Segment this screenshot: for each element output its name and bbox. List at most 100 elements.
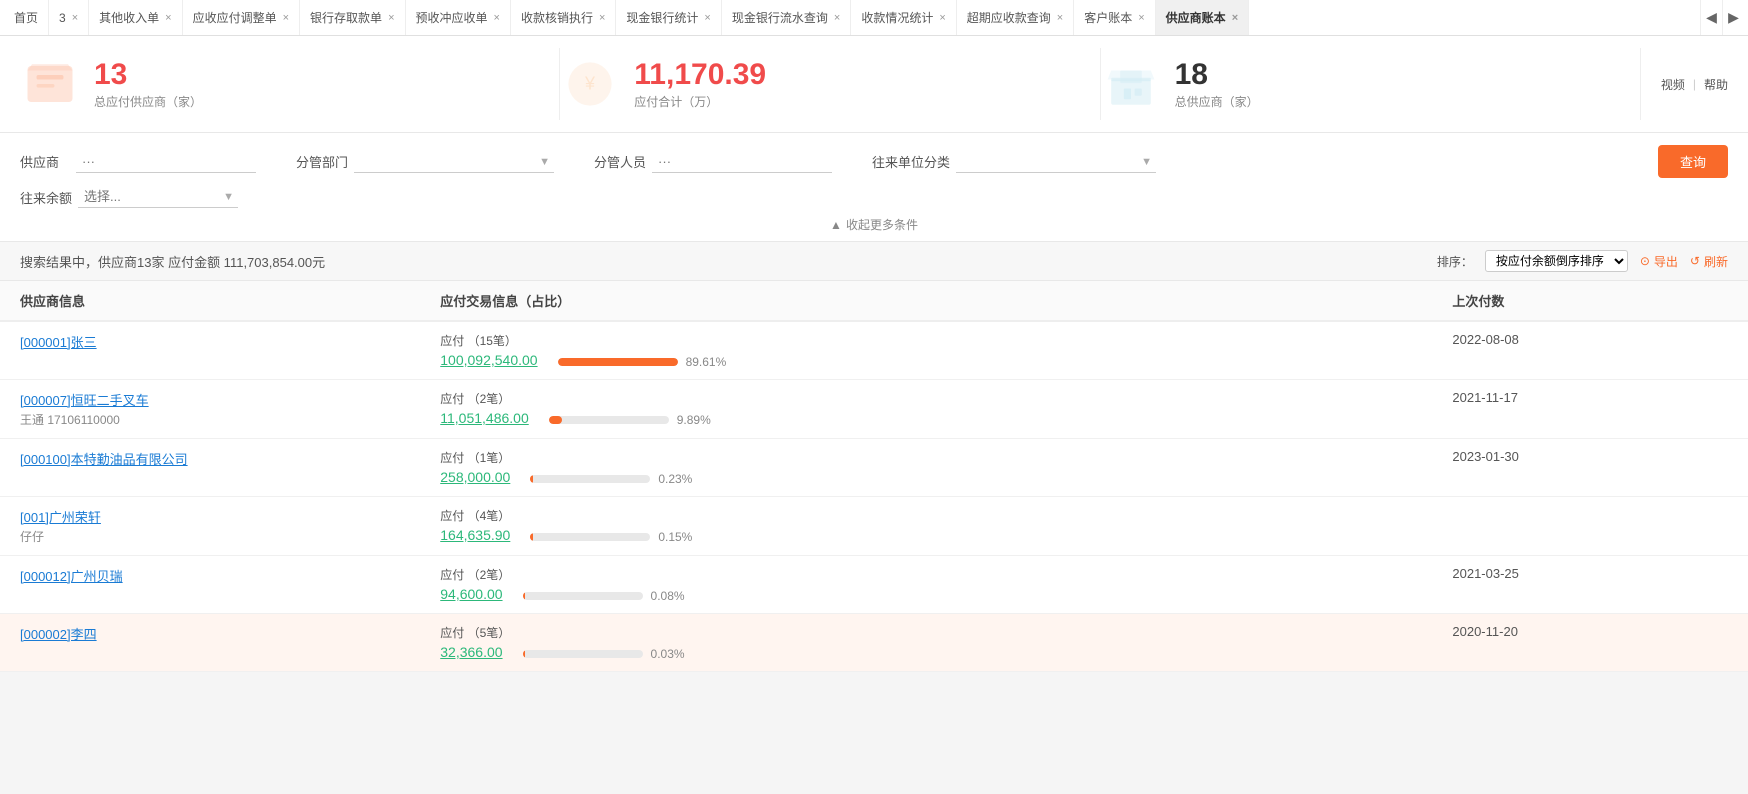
nav-tab-bank-dep[interactable]: 银行存取款单× [300, 0, 405, 36]
export-button[interactable]: ⊙ 导出 [1640, 253, 1678, 270]
pct-text: 0.15% [658, 530, 696, 544]
nav-tab-customer-book[interactable]: 客户账本× [1074, 0, 1155, 36]
person-filter-label: 分管人员 [594, 152, 646, 171]
tx-label: 应付 （15笔） [440, 332, 1412, 349]
pct-text: 89.61% [686, 355, 727, 369]
sort-select[interactable]: 按应付余额倒序排序 按应付余额升序排序 [1485, 250, 1628, 272]
refresh-label: 刷新 [1704, 253, 1728, 270]
close-tab-bank-dep-icon[interactable]: × [388, 12, 394, 24]
progress-bar-fill [558, 358, 678, 366]
balance-filter-input[interactable] [78, 186, 238, 208]
supplier-link[interactable]: [000012]广州贝瑞 [20, 569, 123, 584]
query-button[interactable]: 查询 [1658, 145, 1728, 178]
filter-row-1: 供应商 分管部门 ▼ 分管人员 往来单位分类 ▼ 查询 [20, 145, 1728, 178]
nav-tab-ar-ap-adj[interactable]: 应收应付调整单× [183, 0, 300, 36]
close-tab-other-income-icon[interactable]: × [165, 12, 171, 24]
video-link[interactable]: 视频 [1661, 76, 1685, 93]
nav-tab-other-income[interactable]: 其他收入单× [89, 0, 182, 36]
refresh-button[interactable]: ↺ 刷新 [1690, 253, 1728, 270]
supplier-link[interactable]: [001]广州荣轩 [20, 510, 101, 525]
nav-tab-recv-exec[interactable]: 收款核销执行× [511, 0, 616, 36]
close-tab-overdue-recv-icon[interactable]: × [1057, 12, 1063, 24]
close-tab-supplier-book-icon[interactable]: × [1232, 12, 1238, 24]
dept-filter-label: 分管部门 [296, 152, 348, 171]
summary-text-3: 18 总供应商（家） [1175, 58, 1259, 110]
filter-dept: 分管部门 ▼ [296, 151, 554, 173]
close-tab-pre-recv-icon[interactable]: × [494, 12, 500, 24]
col-header-extra [1648, 281, 1748, 321]
close-tab-tab3-icon[interactable]: × [72, 12, 78, 24]
tx-amount[interactable]: 94,600.00 [440, 586, 502, 602]
nav-tab-pre-recv[interactable]: 预收冲应收单× [406, 0, 511, 36]
pct-bar-container: 89.61% [558, 355, 727, 369]
summary-text-2: 11,170.39 应付合计（万） [634, 58, 766, 110]
filter-person: 分管人员 [594, 151, 832, 173]
result-bar-right: 排序： 按应付余额倒序排序 按应付余额升序排序 ⊙ 导出 ↺ 刷新 [1437, 250, 1728, 272]
pct-text: 0.03% [651, 647, 689, 661]
close-tab-recv-exec-icon[interactable]: × [599, 12, 605, 24]
supplier-payable-icon [20, 54, 80, 114]
filter-category: 往来单位分类 ▼ [872, 151, 1156, 173]
balance-select-wrap: ▼ [78, 186, 238, 208]
tx-amount[interactable]: 258,000.00 [440, 469, 510, 485]
tx-info-cell: 应付 （1笔）258,000.000.23% [420, 439, 1432, 497]
supplier-filter-input[interactable] [76, 151, 256, 173]
tx-label: 应付 （5笔） [440, 624, 1412, 641]
nav-tab-tab3[interactable]: 3× [49, 0, 89, 36]
nav-tab-cash-stat[interactable]: 现金银行统计× [616, 0, 721, 36]
col-header-tx: 应付交易信息（占比） [420, 281, 1432, 321]
tx-amount-row: 100,092,540.00 89.61% [440, 351, 1412, 369]
nav-tab-supplier-book[interactable]: 供应商账本× [1156, 0, 1249, 36]
pct-bar-container: 0.03% [523, 647, 689, 661]
dept-filter-input[interactable] [354, 151, 554, 173]
supplier-link[interactable]: [000100]本特勤油品有限公司 [20, 452, 188, 467]
table-header: 供应商信息 应付交易信息（占比） 上次付数 [0, 281, 1748, 321]
close-tab-customer-book-icon[interactable]: × [1138, 12, 1144, 24]
progress-bar-fill [530, 475, 532, 483]
summary-card-3: 18 总供应商（家） [1101, 48, 1641, 120]
extra-cell [1648, 556, 1748, 614]
category-filter-input[interactable] [956, 151, 1156, 173]
nav-tab-recv-stat[interactable]: 收款情况统计× [851, 0, 956, 36]
tx-label: 应付 （2笔） [440, 390, 1412, 407]
dept-select-wrap: ▼ [354, 151, 554, 173]
export-label: 导出 [1654, 253, 1678, 270]
help-link[interactable]: 帮助 [1704, 76, 1728, 93]
summary-text-1: 13 总应付供应商（家） [94, 58, 202, 110]
person-filter-input[interactable] [652, 151, 832, 173]
svg-text:¥: ¥ [584, 73, 596, 93]
progress-bar-bg [530, 533, 650, 541]
close-tab-cash-stat-icon[interactable]: × [704, 12, 710, 24]
summary-label-2: 应付合计（万） [634, 93, 766, 110]
summary-number-1: 13 [94, 58, 202, 91]
supplier-link[interactable]: [000007]恒旺二手叉车 [20, 393, 149, 408]
tx-label: 应付 （1笔） [440, 449, 1412, 466]
close-tab-recv-stat-icon[interactable]: × [939, 12, 945, 24]
collapse-btn[interactable]: ▲ 收起更多条件 [20, 216, 1728, 233]
supplier-link[interactable]: [000002]李四 [20, 627, 97, 642]
filter-row-2: 往来余额 ▼ [20, 186, 1728, 208]
extra-cell [1648, 439, 1748, 497]
close-tab-cash-flow-icon[interactable]: × [834, 12, 840, 24]
nav-tab-home[interactable]: 首页 [4, 0, 49, 36]
nav-prev-arrow[interactable]: ◀ [1700, 0, 1722, 36]
supplier-link[interactable]: [000001]张三 [20, 335, 97, 350]
progress-bar-bg [558, 358, 678, 366]
summary-card-1: 13 总应付供应商（家） [20, 48, 560, 120]
last-pay-date-cell [1432, 497, 1648, 556]
filter-supplier: 供应商 [20, 151, 256, 173]
nav-next-arrow[interactable]: ▶ [1722, 0, 1744, 36]
tx-amount[interactable]: 164,635.90 [440, 527, 510, 543]
progress-bar-fill [523, 650, 525, 658]
nav-tab-cash-flow[interactable]: 现金银行流水查询× [722, 0, 851, 36]
close-tab-ar-ap-adj-icon[interactable]: × [283, 12, 289, 24]
tx-amount[interactable]: 100,092,540.00 [440, 352, 537, 368]
tx-amount[interactable]: 11,051,486.00 [440, 410, 529, 426]
category-filter-label: 往来单位分类 [872, 152, 950, 171]
tx-amount[interactable]: 32,366.00 [440, 644, 502, 660]
extra-cell [1648, 321, 1748, 380]
tx-info-cell: 应付 （4笔）164,635.900.15% [420, 497, 1432, 556]
pct-bar-container: 0.15% [530, 530, 696, 544]
filter-area: 供应商 分管部门 ▼ 分管人员 往来单位分类 ▼ 查询 往来余额 [0, 133, 1748, 242]
nav-tab-overdue-recv[interactable]: 超期应收款查询× [957, 0, 1074, 36]
